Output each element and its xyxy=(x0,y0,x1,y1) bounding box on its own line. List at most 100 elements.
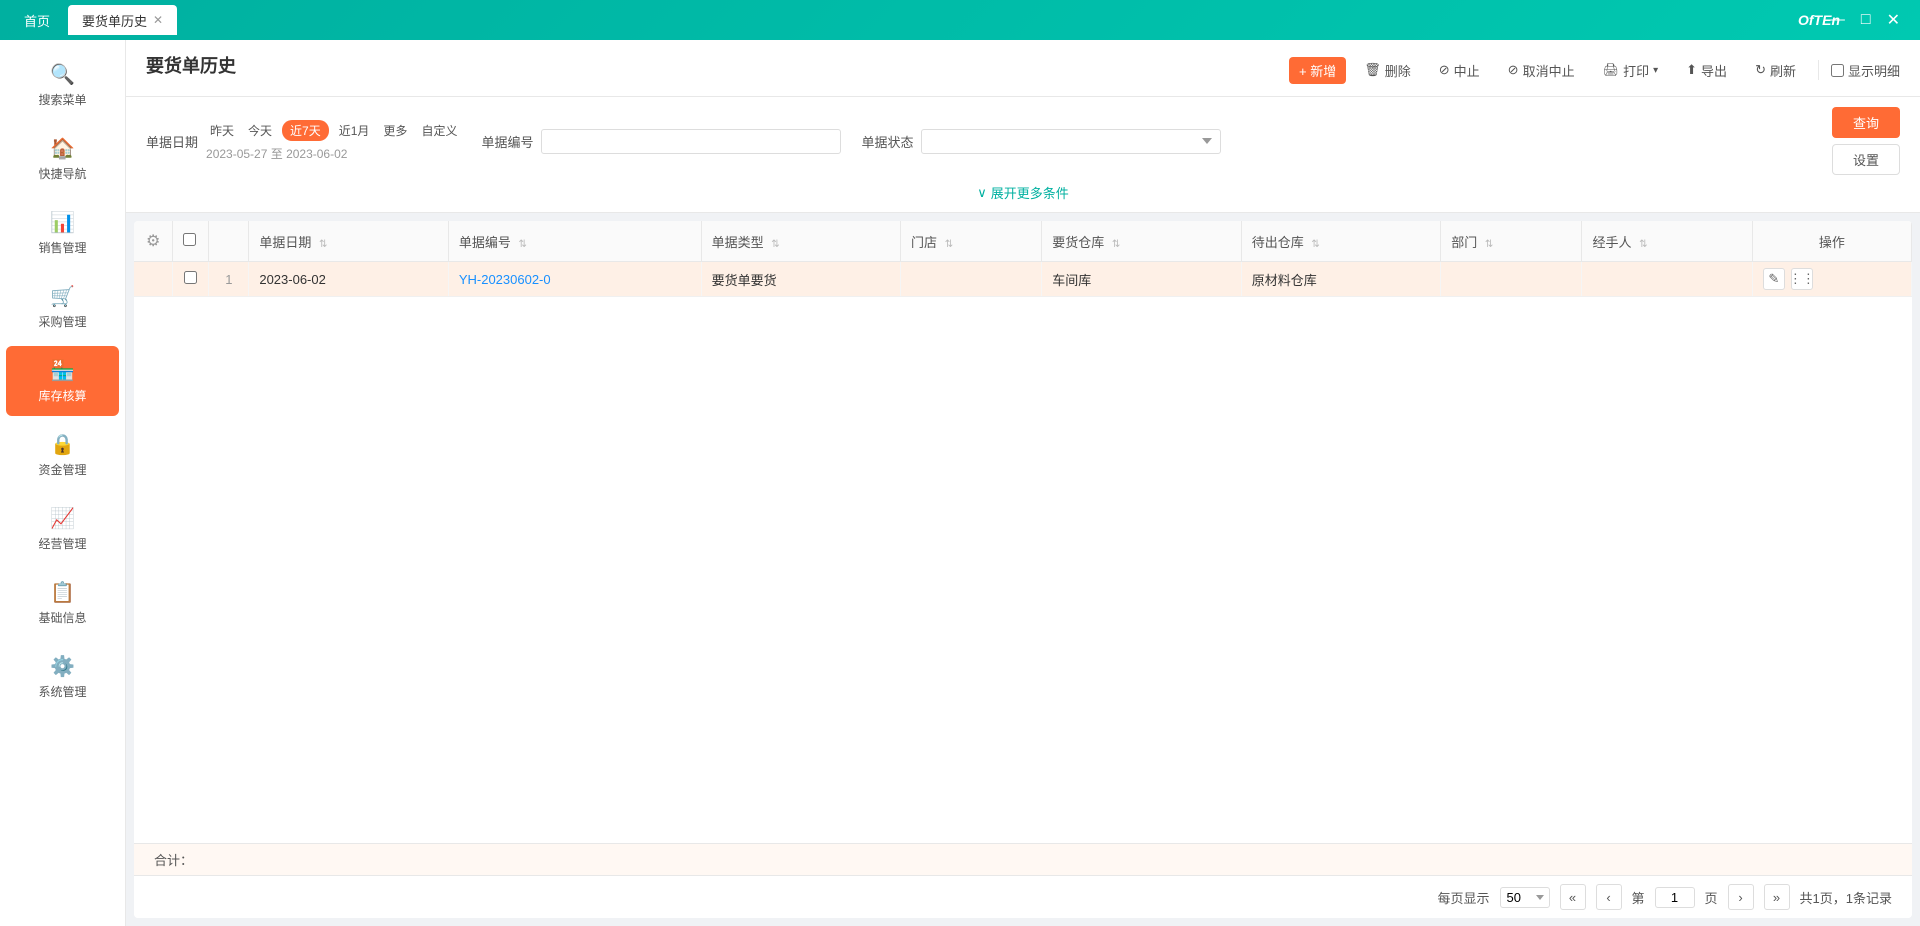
last-page-btn[interactable]: » xyxy=(1764,884,1790,910)
page-input[interactable] xyxy=(1655,887,1695,908)
sort-dept-icon[interactable]: ⇅ xyxy=(1485,239,1493,250)
row-req-warehouse: 车间库 xyxy=(1052,273,1091,288)
sort-doctype-icon[interactable]: ⇅ xyxy=(771,239,779,250)
shortcut-today[interactable]: 今天 xyxy=(244,120,276,141)
sort-docno-icon[interactable]: ⇅ xyxy=(518,239,526,250)
tab-home[interactable]: 首页 xyxy=(10,5,64,35)
cell-pending-warehouse: 原材料仓库 xyxy=(1241,262,1440,297)
sort-date-icon[interactable]: ⇅ xyxy=(319,239,327,250)
tab-requisition-history[interactable]: 要货单历史 ✕ xyxy=(68,5,177,35)
print-dropdown-icon: ▾ xyxy=(1653,65,1658,76)
shortcut-custom[interactable]: 自定义 xyxy=(417,120,461,141)
sidebar-item-finance-mgmt-label: 资金管理 xyxy=(38,461,86,478)
sidebar-item-inventory[interactable]: 🏪 库存核算 xyxy=(6,346,119,416)
th-num xyxy=(209,221,249,262)
sidebar-item-quick-nav[interactable]: 🏠 快捷导航 xyxy=(6,124,119,194)
first-page-btn[interactable]: « xyxy=(1560,884,1586,910)
query-button[interactable]: 查询 xyxy=(1832,107,1900,138)
th-doctype: 单据类型 ⇅ xyxy=(701,221,900,262)
sort-req-warehouse-icon[interactable]: ⇅ xyxy=(1112,239,1120,250)
docno-filter-input[interactable] xyxy=(541,129,841,154)
cancel-stop-icon: ⊘ xyxy=(1508,62,1519,78)
tab-home-label: 首页 xyxy=(24,11,50,30)
docno-filter-group: 单据编号 xyxy=(481,129,841,154)
finance-mgmt-icon: 🔒 xyxy=(50,432,75,457)
row-checkbox[interactable] xyxy=(184,271,197,284)
prev-page-btn[interactable]: ‹ xyxy=(1596,884,1622,910)
export-button[interactable]: ⬆ 导出 xyxy=(1676,57,1737,84)
sidebar-item-basic-info[interactable]: 📋 基础信息 xyxy=(6,568,119,638)
row-actions: ✎ ⋮⋮ xyxy=(1763,268,1901,290)
shortcut-more[interactable]: 更多 xyxy=(379,120,411,141)
th-date: 单据日期 ⇅ xyxy=(249,221,448,262)
close-btn[interactable]: ✕ xyxy=(1887,10,1900,30)
print-button[interactable]: 🖨 打印 ▾ xyxy=(1593,57,1669,84)
row-doctype: 要货单要货 xyxy=(712,273,777,288)
date-shortcuts: 昨天 今天 近7天 近1月 更多 自定义 xyxy=(206,120,461,141)
print-icon: 🖨 xyxy=(1603,62,1620,78)
sidebar-item-finance-mgmt[interactable]: 🔒 资金管理 xyxy=(6,420,119,490)
stop-button[interactable]: ⊘ 中止 xyxy=(1429,57,1490,84)
cell-settings xyxy=(134,262,173,297)
new-button[interactable]: + 新增 xyxy=(1289,57,1346,84)
th-checkbox xyxy=(173,221,209,262)
sidebar-item-purchase-mgmt[interactable]: 🛒 采购管理 xyxy=(6,272,119,342)
sidebar-item-ops-mgmt[interactable]: 📈 经营管理 xyxy=(6,494,119,564)
date-shortcuts-col: 昨天 今天 近7天 近1月 更多 自定义 2023-05-27 至 2023-0… xyxy=(206,120,461,162)
shortcut-yesterday[interactable]: 昨天 xyxy=(206,120,238,141)
tab-close-icon[interactable]: ✕ xyxy=(153,13,163,27)
th-settings: ⚙ xyxy=(134,221,173,262)
sales-mgmt-icon: 📊 xyxy=(50,210,75,235)
sort-pending-warehouse-icon[interactable]: ⇅ xyxy=(1311,239,1319,250)
show-detail-toggle[interactable]: 显示明细 xyxy=(1831,61,1900,80)
page-title: 要货单历史 xyxy=(146,52,236,78)
cell-num: 1 xyxy=(209,262,249,297)
delete-icon: 🗑 xyxy=(1364,62,1381,78)
th-dept: 部门 ⇅ xyxy=(1441,221,1582,262)
expand-more-btn[interactable]: ∨ 展开更多条件 xyxy=(146,183,1900,202)
system-mgmt-icon: ⚙️ xyxy=(50,654,75,679)
expand-more-label: 展开更多条件 xyxy=(991,183,1069,202)
cell-doctype: 要货单要货 xyxy=(701,262,900,297)
th-docno: 单据编号 ⇅ xyxy=(448,221,701,262)
th-actions-label: 操作 xyxy=(1819,235,1845,250)
maximize-btn[interactable]: □ xyxy=(1861,11,1871,29)
sidebar-item-system-mgmt[interactable]: ⚙️ 系统管理 xyxy=(6,642,119,712)
date-filter-group: 单据日期 昨天 今天 近7天 近1月 更多 自定义 2023-05-27 至 2… xyxy=(146,120,461,162)
sort-handler-icon[interactable]: ⇅ xyxy=(1639,239,1647,250)
page-label: 第 xyxy=(1632,888,1645,907)
basic-info-icon: 📋 xyxy=(50,580,75,605)
row-date: 2023-06-02 xyxy=(259,272,326,287)
th-pending-warehouse: 待出仓库 ⇅ xyxy=(1241,221,1440,262)
sidebar-item-search-menu[interactable]: 🔍 搜索菜单 xyxy=(6,50,119,120)
sidebar-item-sales-mgmt[interactable]: 📊 销售管理 xyxy=(6,198,119,268)
cancel-stop-button[interactable]: ⊘ 取消中止 xyxy=(1498,57,1585,84)
show-detail-checkbox-input[interactable] xyxy=(1831,64,1844,77)
next-page-btn[interactable]: › xyxy=(1728,884,1754,910)
quick-nav-icon: 🏠 xyxy=(50,136,75,161)
top-bar: 首页 要货单历史 ✕ OfTEn — □ ✕ xyxy=(0,0,1920,40)
page-suffix: 页 xyxy=(1705,888,1718,907)
table-container: ⚙ 单据日期 ⇅ 单据编号 ⇅ xyxy=(134,221,1912,918)
row-detail-btn[interactable]: ⋮⋮ xyxy=(1791,268,1813,290)
shortcut-1month[interactable]: 近1月 xyxy=(335,120,374,141)
status-filter-select[interactable] xyxy=(921,129,1221,154)
docno-filter-label: 单据编号 xyxy=(481,132,533,151)
th-actions: 操作 xyxy=(1752,221,1911,262)
sort-store-icon[interactable]: ⇅ xyxy=(945,239,953,250)
header-row: ⚙ 单据日期 ⇅ 单据编号 ⇅ xyxy=(134,221,1912,262)
select-all-checkbox[interactable] xyxy=(183,233,196,246)
row-docno-link[interactable]: YH-20230602-0 xyxy=(459,272,551,287)
row-edit-btn[interactable]: ✎ xyxy=(1763,268,1785,290)
minimize-btn[interactable]: — xyxy=(1829,11,1845,29)
row-pending-warehouse: 原材料仓库 xyxy=(1252,273,1317,288)
refresh-button[interactable]: ↻ 刷新 xyxy=(1745,57,1806,84)
column-settings-btn[interactable]: ⚙ xyxy=(144,229,162,253)
shortcut-7days[interactable]: 近7天 xyxy=(282,120,329,141)
filter-settings-button[interactable]: 设置 xyxy=(1832,144,1900,175)
per-page-select[interactable]: 10 20 50 100 xyxy=(1500,887,1550,908)
ops-mgmt-icon: 📈 xyxy=(50,506,75,531)
cell-checkbox xyxy=(173,262,209,297)
delete-button[interactable]: 🗑 删除 xyxy=(1354,57,1421,84)
table-row: 1 2023-06-02 YH-20230602-0 要货单要货 xyxy=(134,262,1912,297)
